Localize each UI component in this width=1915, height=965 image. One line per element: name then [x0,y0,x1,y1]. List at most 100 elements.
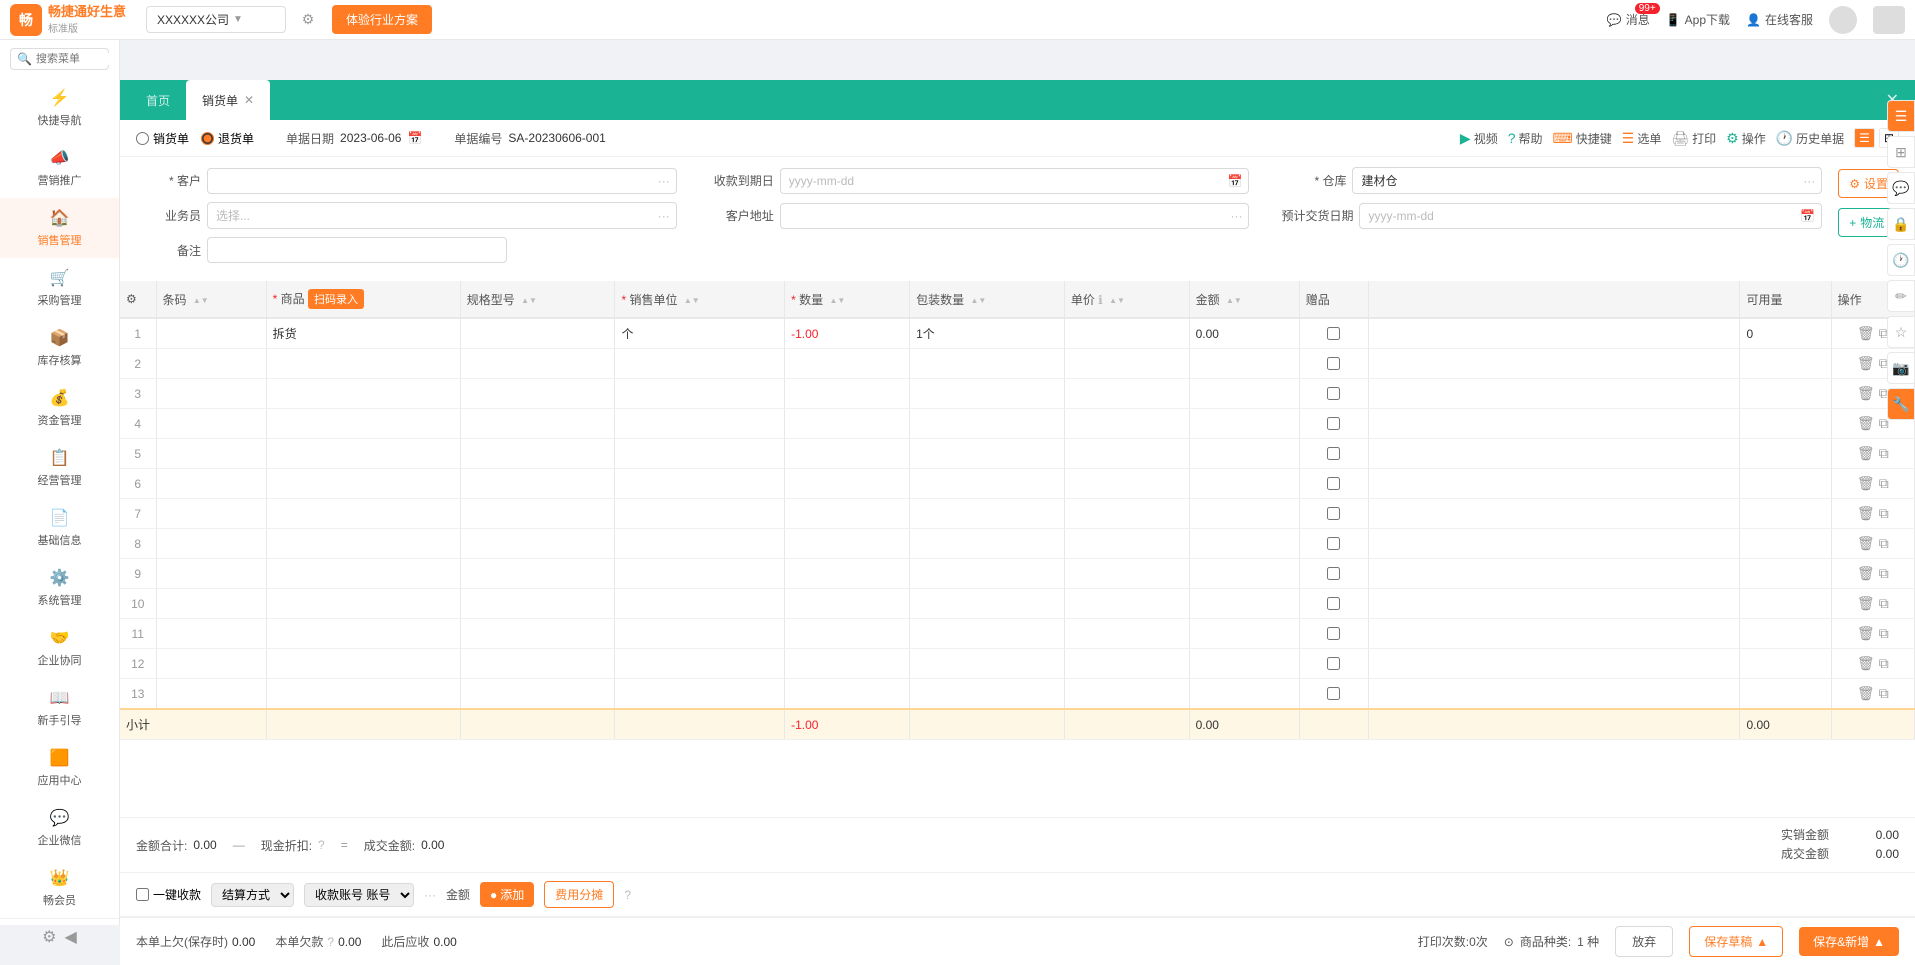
row-gift[interactable] [1299,499,1368,529]
row-copy-icon[interactable]: ⧉ [1879,625,1889,642]
select-button[interactable]: ☰ 选单 [1622,130,1662,147]
row-price[interactable] [1064,379,1189,409]
row-price[interactable] [1064,529,1189,559]
sidebar-item-wechat[interactable]: 💬 企业微信 [0,798,119,858]
message-button[interactable]: 💬 消息 99+ [1607,11,1650,28]
row-pkg-qty[interactable] [910,439,1065,469]
row-amount[interactable] [1189,439,1299,469]
row-unit[interactable] [615,559,785,589]
row-delete-icon[interactable]: 🗑 [1857,505,1875,522]
row-spec[interactable] [460,589,615,619]
row-pkg-qty[interactable] [910,589,1065,619]
video-button[interactable]: ▶ 视频 [1460,130,1498,147]
save-new-button[interactable]: 保存&新增 ▲ [1799,927,1899,956]
sidebar-item-marketing[interactable]: 📣 营销推广 [0,138,119,198]
add-payment-button[interactable]: ● 添加 [480,882,534,907]
row-amount[interactable] [1189,679,1299,710]
one-click-payment-checkbox[interactable] [136,888,149,901]
right-tool-photo[interactable]: 📷 [1887,352,1915,384]
customer-input[interactable]: ··· [207,168,677,194]
delivery-date-calendar-icon[interactable]: 📅 [1800,209,1815,223]
sidebar-item-operations[interactable]: 📋 经营管理 [0,438,119,498]
row-price[interactable] [1064,469,1189,499]
right-tool-star[interactable]: ☆ [1887,316,1915,348]
row-barcode[interactable] [156,439,266,469]
row-price[interactable] [1064,409,1189,439]
row-delete-icon[interactable]: 🗑 [1857,355,1875,372]
row-qty[interactable] [785,499,910,529]
right-tool-list[interactable]: ⊞ [1887,136,1915,168]
customer-addr-dots-icon[interactable]: ··· [1230,209,1242,223]
row-gift[interactable] [1299,409,1368,439]
app-download-button[interactable]: 📱 App下载 [1666,11,1730,28]
row-product[interactable] [266,499,460,529]
row-barcode[interactable] [156,379,266,409]
dots-icon[interactable]: ··· [424,888,436,902]
row-spec[interactable] [460,409,615,439]
row-copy-icon[interactable]: ⧉ [1879,475,1889,492]
row-unit[interactable] [615,349,785,379]
row-barcode[interactable] [156,529,266,559]
row-pkg-qty[interactable] [910,649,1065,679]
row-copy-icon[interactable]: ⧉ [1879,685,1889,702]
discount-info-icon[interactable]: ? [318,838,325,852]
sort-icon[interactable]: ▲▼ [193,296,209,305]
row-price[interactable] [1064,349,1189,379]
row-qty[interactable] [785,439,910,469]
right-tool-grid[interactable]: ☰ [1887,100,1915,132]
row-unit[interactable] [615,409,785,439]
row-amount[interactable] [1189,469,1299,499]
row-barcode[interactable] [156,619,266,649]
sidebar-item-guide[interactable]: 📖 新手引导 [0,678,119,738]
receipt-date-calendar-icon[interactable]: 📅 [1228,174,1243,188]
row-unit[interactable]: 个 [615,318,785,349]
row-delete-icon[interactable]: 🗑 [1857,595,1875,612]
avatar[interactable] [1829,6,1857,34]
row-unit[interactable] [615,679,785,710]
sort-icon-amount[interactable]: ▲▼ [1226,296,1242,305]
receipt-date-input[interactable]: yyyy-mm-dd 📅 [780,168,1250,194]
remark-input[interactable] [207,237,507,263]
row-copy-icon[interactable]: ⧉ [1879,445,1889,462]
row-product[interactable]: 拆货 [266,318,460,349]
row-qty[interactable] [785,349,910,379]
sidebar-item-sales[interactable]: 🏠 销售管理 [0,198,119,258]
online-service-button[interactable]: 👤 在线客服 [1746,11,1813,28]
calc-method-select[interactable]: 结算方式 [211,883,294,907]
row-qty[interactable] [785,649,910,679]
row-spec[interactable] [460,349,615,379]
row-gift[interactable] [1299,589,1368,619]
row-unit[interactable] [615,469,785,499]
row-delete-icon[interactable]: 🗑 [1857,415,1875,432]
row-spec[interactable] [460,499,615,529]
sidebar-item-inventory[interactable]: 📦 库存核算 [0,318,119,378]
row-gift[interactable] [1299,529,1368,559]
row-price[interactable] [1064,318,1189,349]
row-product[interactable] [266,379,460,409]
sidebar-search-input-wrap[interactable]: 🔍 [10,48,109,70]
row-barcode[interactable] [156,499,266,529]
row-barcode[interactable] [156,349,266,379]
tab-sales-order[interactable]: 销货单 ✕ [186,80,270,120]
col-header-settings[interactable]: ⚙ [120,281,156,318]
tab-home[interactable]: 首页 [130,80,186,120]
row-spec[interactable] [460,679,615,710]
row-gift[interactable] [1299,349,1368,379]
row-amount[interactable] [1189,649,1299,679]
row-amount[interactable] [1189,589,1299,619]
row-spec[interactable] [460,379,615,409]
row-price[interactable] [1064,619,1189,649]
row-product[interactable] [266,679,460,710]
print-button[interactable]: 🖨 打印 [1671,130,1716,147]
row-spec[interactable] [460,439,615,469]
row-copy-icon[interactable]: ⧉ [1879,535,1889,552]
row-barcode[interactable] [156,559,266,589]
warehouse-input[interactable]: 建材仓 ··· [1352,167,1822,194]
row-gift[interactable] [1299,379,1368,409]
row-delete-icon[interactable]: 🗑 [1857,655,1875,672]
row-qty[interactable]: -1.00 [785,318,910,349]
price-info-icon[interactable]: ℹ [1098,293,1103,307]
sort-icon-unit[interactable]: ▲▼ [684,296,700,305]
grid-view-icon[interactable]: ☰ [1854,128,1875,148]
save-draft-button[interactable]: 保存草稿 ▲ [1689,926,1783,957]
